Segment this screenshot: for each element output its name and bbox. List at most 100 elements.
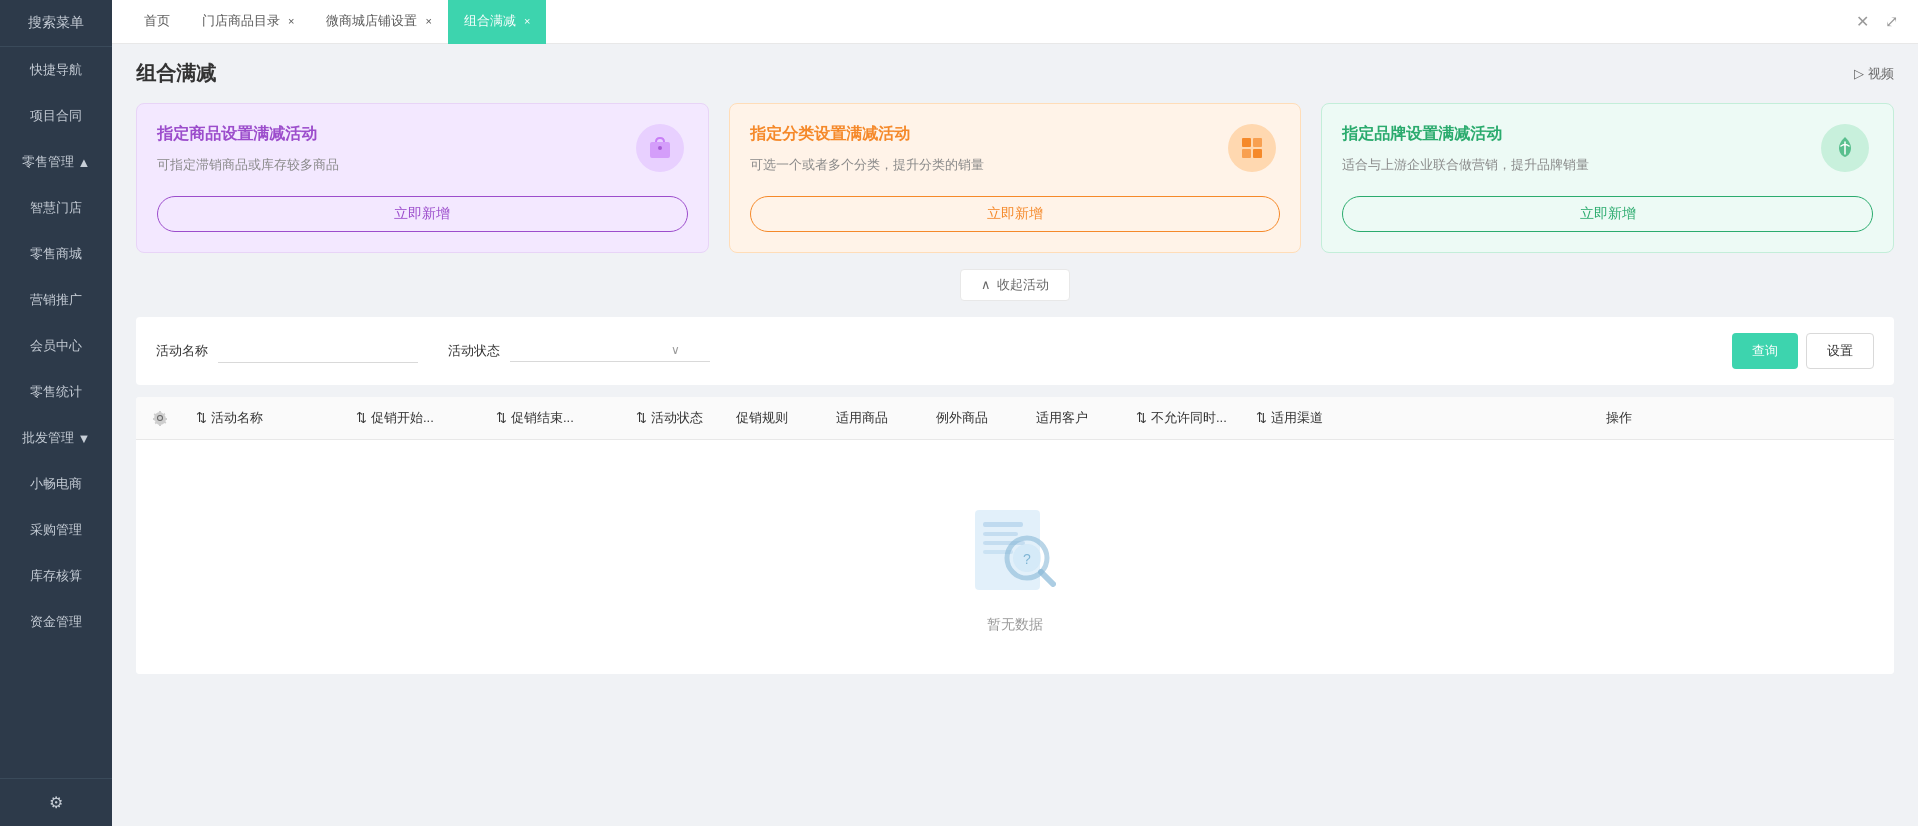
empty-state: ? 暂无数据 [136,440,1894,674]
th-activity-name: ⇅ 活动名称 [184,409,344,427]
sidebar-settings[interactable]: ⚙ [0,778,112,826]
sidebar-search[interactable]: 搜索菜单 [0,0,112,47]
sort-icon[interactable]: ⇅ [1136,410,1147,425]
svg-rect-7 [983,522,1023,527]
th-promo-rule: 促销规则 [724,409,824,427]
th-promo-end: ⇅ 促销结束... [484,409,624,427]
sidebar-item-smart-store[interactable]: 智慧门店 [0,185,112,231]
card-product-desc: 可指定滞销商品或库存较多商品 [157,155,688,176]
tab-combo-discount[interactable]: 组合满减 × [448,0,546,44]
filter-activity-name-label: 活动名称 [156,342,208,360]
sidebar-item-wholesale-label: 批发管理 [22,429,74,447]
filter-bar: 活动名称 活动状态 ∨ 查询 设置 [136,317,1894,385]
sidebar-item-member-center[interactable]: 会员中心 [0,323,112,369]
sidebar: 搜索菜单 快捷导航 项目合同 零售管理 ▲ 智慧门店 零售商城 营销推广 会员中… [0,0,112,826]
tab-combo-discount-close[interactable]: × [524,15,530,27]
filter-activity-status-label: 活动状态 [448,342,500,360]
card-brand-icon [1821,124,1869,172]
sidebar-item-retail-mall[interactable]: 零售商城 [0,231,112,277]
tab-combo-discount-label: 组合满减 [464,12,516,30]
sidebar-item-purchase[interactable]: 采购管理 [0,507,112,553]
sort-icon[interactable]: ⇅ [636,410,647,425]
tab-home-label: 首页 [144,12,170,30]
table-section: ⇅ 活动名称 ⇅ 促销开始... ⇅ 促销结束... ⇅ 活动状态 促销规则 [136,397,1894,674]
svg-line-13 [1041,572,1053,584]
tab-wechat-shop[interactable]: 微商城店铺设置 × [310,0,447,44]
card-product-add-button[interactable]: 立即新增 [157,196,688,232]
query-button[interactable]: 查询 [1732,333,1798,369]
tab-store-catalog[interactable]: 门店商品目录 × [186,0,310,44]
collapse-icon: ∧ [981,277,991,292]
main-area: 首页 门店商品目录 × 微商城店铺设置 × 组合满减 × ✕ ⤢ 组合满减 ▷ … [112,0,1918,826]
sort-icon[interactable]: ⇅ [496,410,507,425]
video-link[interactable]: ▷ 视频 [1854,65,1894,83]
card-brand: 指定品牌设置满减活动 适合与上游企业联合做营销，提升品牌销量 立即新增 [1321,103,1894,253]
th-gear[interactable] [136,410,184,426]
sort-icon[interactable]: ⇅ [196,410,207,425]
th-not-allow: ⇅ 不允许同时... [1124,409,1244,427]
window-maximize-button[interactable]: ⤢ [1881,12,1902,31]
gear-icon: ⚙ [49,794,63,811]
video-label: 视频 [1868,65,1894,83]
window-close-button[interactable]: ✕ [1852,12,1873,31]
collapse-button[interactable]: ∧ 收起活动 [960,269,1070,301]
tab-store-catalog-close[interactable]: × [288,15,294,27]
th-except-goods: 例外商品 [924,409,1024,427]
settings-button[interactable]: 设置 [1806,333,1874,369]
chevron-down-icon: ▼ [78,431,91,446]
empty-state-text: 暂无数据 [987,616,1043,634]
th-applicable-customer: 适用客户 [1024,409,1124,427]
th-action: 操作 [1344,409,1894,427]
page-content: 组合满减 ▷ 视频 指定商品设置满减活动 可指定滞销商品或库存较多商品 [112,44,1918,826]
card-product: 指定商品设置满减活动 可指定滞销商品或库存较多商品 立即新增 [136,103,709,253]
sidebar-item-wholesale-mgmt[interactable]: 批发管理 ▼ [0,415,112,461]
svg-point-1 [658,146,662,150]
page-title: 组合满减 [136,60,216,87]
cards-section: 指定商品设置满减活动 可指定滞销商品或库存较多商品 立即新增 指定分类设置满减活… [136,103,1894,253]
tab-store-catalog-label: 门店商品目录 [202,12,280,30]
svg-text:?: ? [1023,551,1031,567]
sidebar-item-finance[interactable]: 资金管理 [0,599,112,645]
sidebar-item-inventory[interactable]: 库存核算 [0,553,112,599]
sidebar-item-xiaochang[interactable]: 小畅电商 [0,461,112,507]
card-brand-desc: 适合与上游企业联合做营销，提升品牌销量 [1342,155,1873,176]
filter-activity-status-group: 活动状态 ∨ [448,339,710,362]
card-product-title: 指定商品设置满减活动 [157,124,688,145]
card-category-desc: 可选一个或者多个分类，提升分类的销量 [750,155,1281,176]
filter-activity-name-input[interactable] [218,339,418,363]
svg-rect-5 [1253,149,1262,158]
page-header: 组合满减 ▷ 视频 [136,60,1894,87]
svg-rect-3 [1253,138,1262,147]
chevron-up-icon: ▲ [78,155,91,170]
collapse-bar: ∧ 收起活动 [136,269,1894,301]
tab-bar: 首页 门店商品目录 × 微商城店铺设置 × 组合满减 × ✕ ⤢ [112,0,1918,44]
th-promo-start: ⇅ 促销开始... [344,409,484,427]
svg-rect-4 [1242,149,1251,158]
sidebar-item-retail-stats[interactable]: 零售统计 [0,369,112,415]
card-category-add-button[interactable]: 立即新增 [750,196,1281,232]
th-activity-status: ⇅ 活动状态 [624,409,724,427]
card-brand-add-button[interactable]: 立即新增 [1342,196,1873,232]
tab-wechat-shop-close[interactable]: × [425,15,431,27]
card-category-icon [1228,124,1276,172]
filter-buttons: 查询 设置 [1732,333,1874,369]
empty-illustration: ? [955,500,1075,600]
filter-activity-name-group: 活动名称 [156,339,418,363]
play-icon: ▷ [1854,66,1864,81]
sidebar-item-retail-mgmt-label: 零售管理 [22,153,74,171]
collapse-label: 收起活动 [997,276,1049,294]
card-product-icon [636,124,684,172]
th-applicable-goods: 适用商品 [824,409,924,427]
filter-activity-status-select[interactable]: ∨ [510,339,710,362]
sort-icon[interactable]: ⇅ [356,410,367,425]
card-category: 指定分类设置满减活动 可选一个或者多个分类，提升分类的销量 立即新增 [729,103,1302,253]
table-header: ⇅ 活动名称 ⇅ 促销开始... ⇅ 促销结束... ⇅ 活动状态 促销规则 [136,397,1894,440]
sidebar-item-marketing[interactable]: 营销推广 [0,277,112,323]
th-applicable-channel: ⇅ 适用渠道 [1244,409,1344,427]
sidebar-item-quick-nav[interactable]: 快捷导航 [0,47,112,93]
sort-icon[interactable]: ⇅ [1256,410,1267,425]
sidebar-item-retail-mgmt[interactable]: 零售管理 ▲ [0,139,112,185]
sidebar-item-project-contract[interactable]: 项目合同 [0,93,112,139]
card-category-title: 指定分类设置满减活动 [750,124,1281,145]
tab-home[interactable]: 首页 [128,0,186,44]
